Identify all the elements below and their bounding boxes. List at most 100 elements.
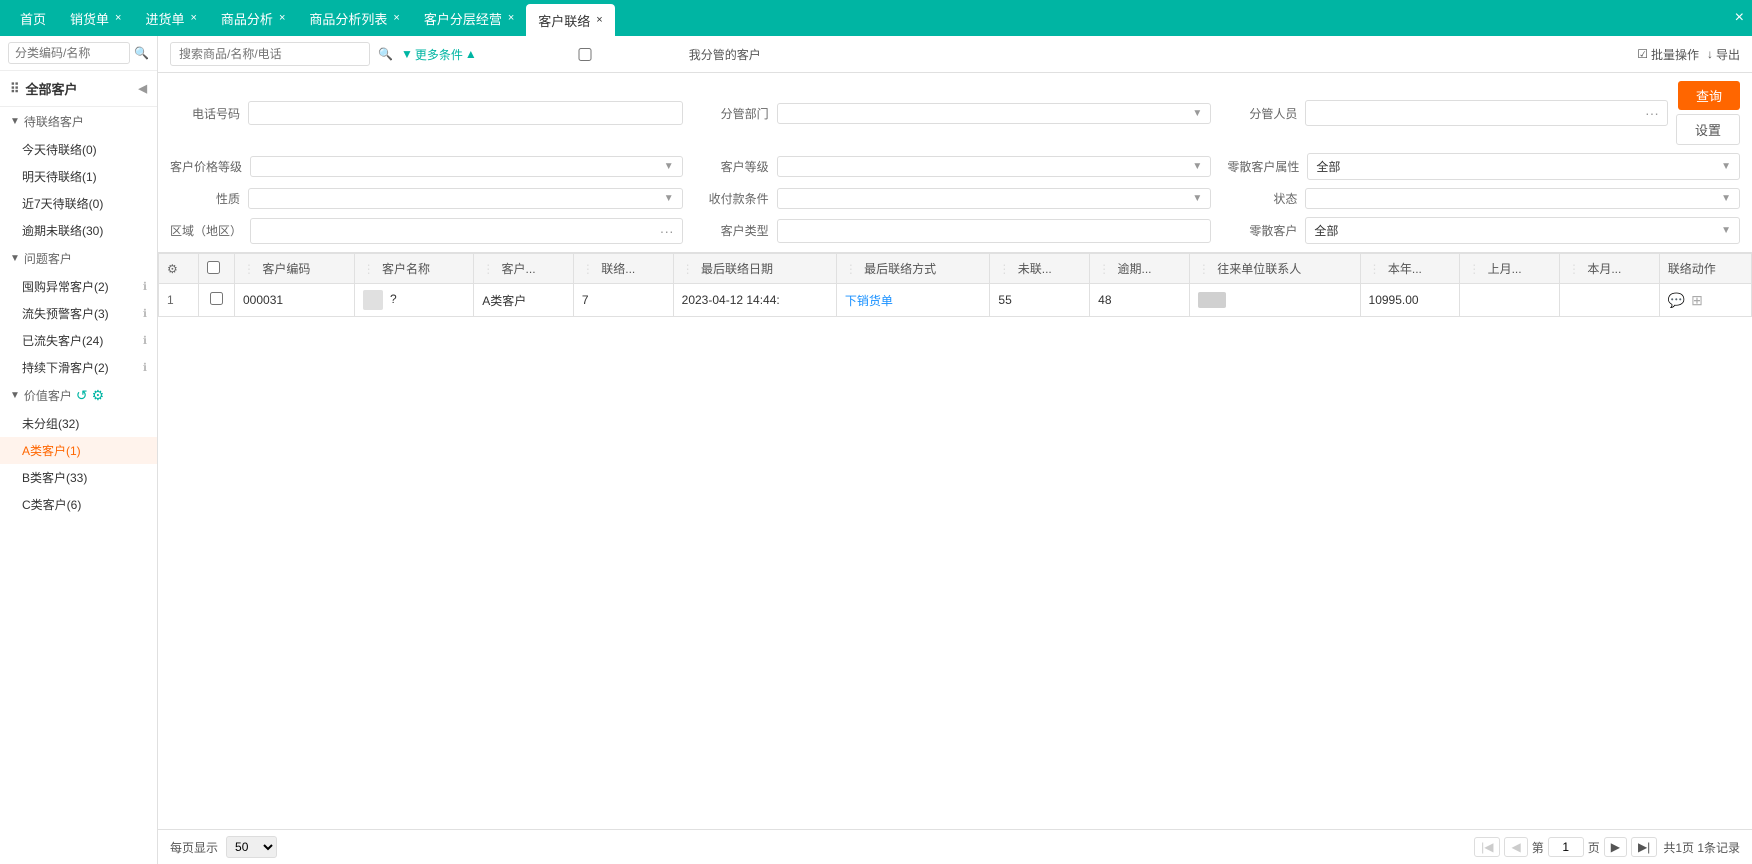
row-this-year: 10995.00 [1360, 284, 1460, 317]
th-last-date: ⋮ 最后联络日期 [673, 254, 836, 284]
th-type: ⋮ 客户... [474, 254, 574, 284]
settings-small-icon[interactable]: ⚙ [92, 387, 105, 404]
sidebar-all-customers[interactable]: ⠿ 全部客户 ◀ [0, 71, 157, 107]
more-filter-btn[interactable]: ▼ 更多条件 ▲ [401, 46, 477, 63]
filter-nature-select[interactable]: ▼ [248, 188, 683, 209]
sidebar-item-today[interactable]: 今天待联络(0) [0, 136, 157, 163]
first-page-btn[interactable]: |◀ [1474, 837, 1500, 857]
query-button[interactable]: 查询 [1678, 81, 1740, 110]
sidebar-search-input[interactable] [8, 42, 130, 64]
filter-dept-select[interactable]: ▼ [777, 103, 1212, 124]
drag-handle-type: ⋮ [482, 262, 494, 276]
th-related-contact: ⋮ 往来单位联系人 [1189, 254, 1360, 284]
sidebar-item-ungrouped[interactable]: 未分组(32) [0, 410, 157, 437]
sidebar-group-problem-title[interactable]: ▼ 问题客户 [0, 244, 157, 273]
filter-actions: 查询 设置 [1676, 81, 1740, 145]
last-page-btn[interactable]: ▶| [1631, 837, 1657, 857]
nav-sales[interactable]: 销货单 × [58, 0, 133, 36]
my-customer-checkbox[interactable] [485, 48, 685, 61]
sidebar-group-value-title[interactable]: ▼ 价值客户 ↺ ⚙ [0, 381, 157, 410]
drag-handle-lastmonth: ⋮ [1468, 262, 1480, 276]
nav-home[interactable]: 首页 [8, 0, 58, 36]
export-btn[interactable]: ↓ 导出 [1707, 46, 1740, 63]
row-checkbox[interactable] [210, 292, 223, 305]
my-customer-filter[interactable]: 我分管的客户 [485, 46, 761, 63]
filter-row-customer-grade: 客户等级 ▼ [699, 153, 1212, 180]
set-button[interactable]: 设置 [1676, 114, 1740, 145]
sidebar-item-declining[interactable]: 持续下滑客户(2) ℹ [0, 354, 157, 381]
filter-row-nature: 性质 ▼ [170, 188, 683, 209]
batch-operation-btn[interactable]: ☑ 批量操作 [1637, 46, 1699, 63]
prev-page-btn[interactable]: ◀ [1504, 837, 1527, 857]
filter-region-select[interactable]: ··· [250, 218, 683, 244]
filter-retail-attr-select[interactable]: 全部 ▼ [1307, 153, 1740, 180]
filter-row-dept: 分管部门 ▼ [699, 81, 1212, 145]
sidebar-item-overdue[interactable]: 逾期未联络(30) [0, 217, 157, 244]
more-icon[interactable]: ··· [1645, 105, 1659, 121]
nav-customer-contact[interactable]: 客户联络 × [526, 4, 614, 36]
drag-handle-code: ⋮ [243, 262, 255, 276]
sidebar-item-tomorrow[interactable]: 明天待联络(1) [0, 163, 157, 190]
sidebar-item-churned[interactable]: 已流失客户(24) ℹ [0, 327, 157, 354]
grid-action-icon[interactable]: ⊞ [1691, 292, 1703, 309]
row-last-method: 下销货单 [836, 284, 990, 317]
refresh-icon[interactable]: ↺ [76, 387, 88, 404]
row-code: 000031 [235, 284, 355, 317]
row-name: ? [354, 284, 474, 317]
search-input[interactable] [170, 42, 370, 66]
filter-label-payment: 收付款条件 [699, 190, 769, 207]
filter-payment-select[interactable]: ▼ [777, 188, 1212, 209]
th-this-year: ⋮ 本年... [1360, 254, 1460, 284]
nav-analysis-list-close[interactable]: × [393, 12, 399, 24]
filter-customer-grade-select[interactable]: ▼ [777, 156, 1212, 177]
per-page-select[interactable]: 50 100 200 [226, 836, 277, 858]
sidebar-item-c-class[interactable]: C类客户(6) [0, 491, 157, 518]
nav-analysis-close[interactable]: × [279, 12, 285, 24]
total-label: 共1页 1条记录 [1663, 839, 1740, 856]
sidebar-group-pending: ▼ 待联络客户 今天待联络(0) 明天待联络(1) 近7天待联络(0) 逾期未联… [0, 107, 157, 244]
sidebar-item-abnormal[interactable]: 囤购异常客户(2) ℹ [0, 273, 157, 300]
filter-retail-select[interactable]: 全部 ▼ [1305, 217, 1740, 244]
nav-purchase[interactable]: 进货单 × [133, 0, 208, 36]
th-last-method: ⋮ 最后联络方式 [836, 254, 990, 284]
sidebar-collapse-icon[interactable]: ◀ [139, 82, 147, 95]
sidebar-group-pending-title[interactable]: ▼ 待联络客户 [0, 107, 157, 136]
nav-customer-contact-close[interactable]: × [596, 14, 602, 26]
nav-analysis[interactable]: 商品分析 × [209, 0, 297, 36]
row-checkbox-cell [199, 284, 235, 317]
footer: 每页显示 50 100 200 |◀ ◀ 第 页 ▶ ▶| 共1页 1条记录 [158, 829, 1752, 864]
search-button[interactable]: 🔍 [378, 47, 393, 61]
drag-handle-method: ⋮ [845, 262, 857, 276]
filter-phone-input[interactable] [248, 101, 683, 125]
filter-customer-type-input[interactable] [777, 219, 1212, 243]
nav-sales-close[interactable]: × [115, 12, 121, 24]
more-icon-2[interactable]: ··· [660, 223, 674, 239]
sidebar-item-b-class[interactable]: B类客户(33) [0, 464, 157, 491]
row-last-month [1460, 284, 1560, 317]
related-contact-badge [1198, 292, 1226, 308]
sidebar-search-icon[interactable]: 🔍 [134, 46, 149, 60]
filter-row-retail-attr: 零散客户属性 全部 ▼ [1227, 153, 1740, 180]
sidebar-item-a-class[interactable]: A类客户(1) [0, 437, 157, 464]
info-icon-3: ℹ [143, 334, 147, 347]
next-page-btn[interactable]: ▶ [1604, 837, 1627, 857]
nav-analysis-list[interactable]: 商品分析列表 × [297, 0, 411, 36]
nav-purchase-close[interactable]: × [190, 12, 196, 24]
nav-customer-segment-close[interactable]: × [508, 12, 514, 24]
filter-label-nature: 性质 [170, 190, 240, 207]
select-all-checkbox[interactable] [207, 261, 220, 274]
page-number-input[interactable] [1548, 837, 1584, 857]
chat-action-icon[interactable]: 💬 [1668, 292, 1685, 309]
filter-label-customer-grade: 客户等级 [699, 158, 769, 175]
sidebar-item-churn-warning[interactable]: 流失预警客户(3) ℹ [0, 300, 157, 327]
column-settings-icon[interactable]: ⚙ [167, 262, 178, 276]
filter-price-grade-select[interactable]: ▼ [250, 156, 683, 177]
close-all-btn[interactable]: × [1735, 9, 1744, 27]
chevron-down-icon-3: ▼ [1192, 161, 1202, 172]
filter-person-select[interactable]: ··· [1305, 100, 1668, 126]
sidebar-item-7days[interactable]: 近7天待联络(0) [0, 190, 157, 217]
nav-customer-segment[interactable]: 客户分层经营 × [412, 0, 526, 36]
last-method-link[interactable]: 下销货单 [845, 294, 893, 308]
filter-status-select[interactable]: ▼ [1305, 188, 1740, 209]
row-overdue: 48 [1090, 284, 1190, 317]
